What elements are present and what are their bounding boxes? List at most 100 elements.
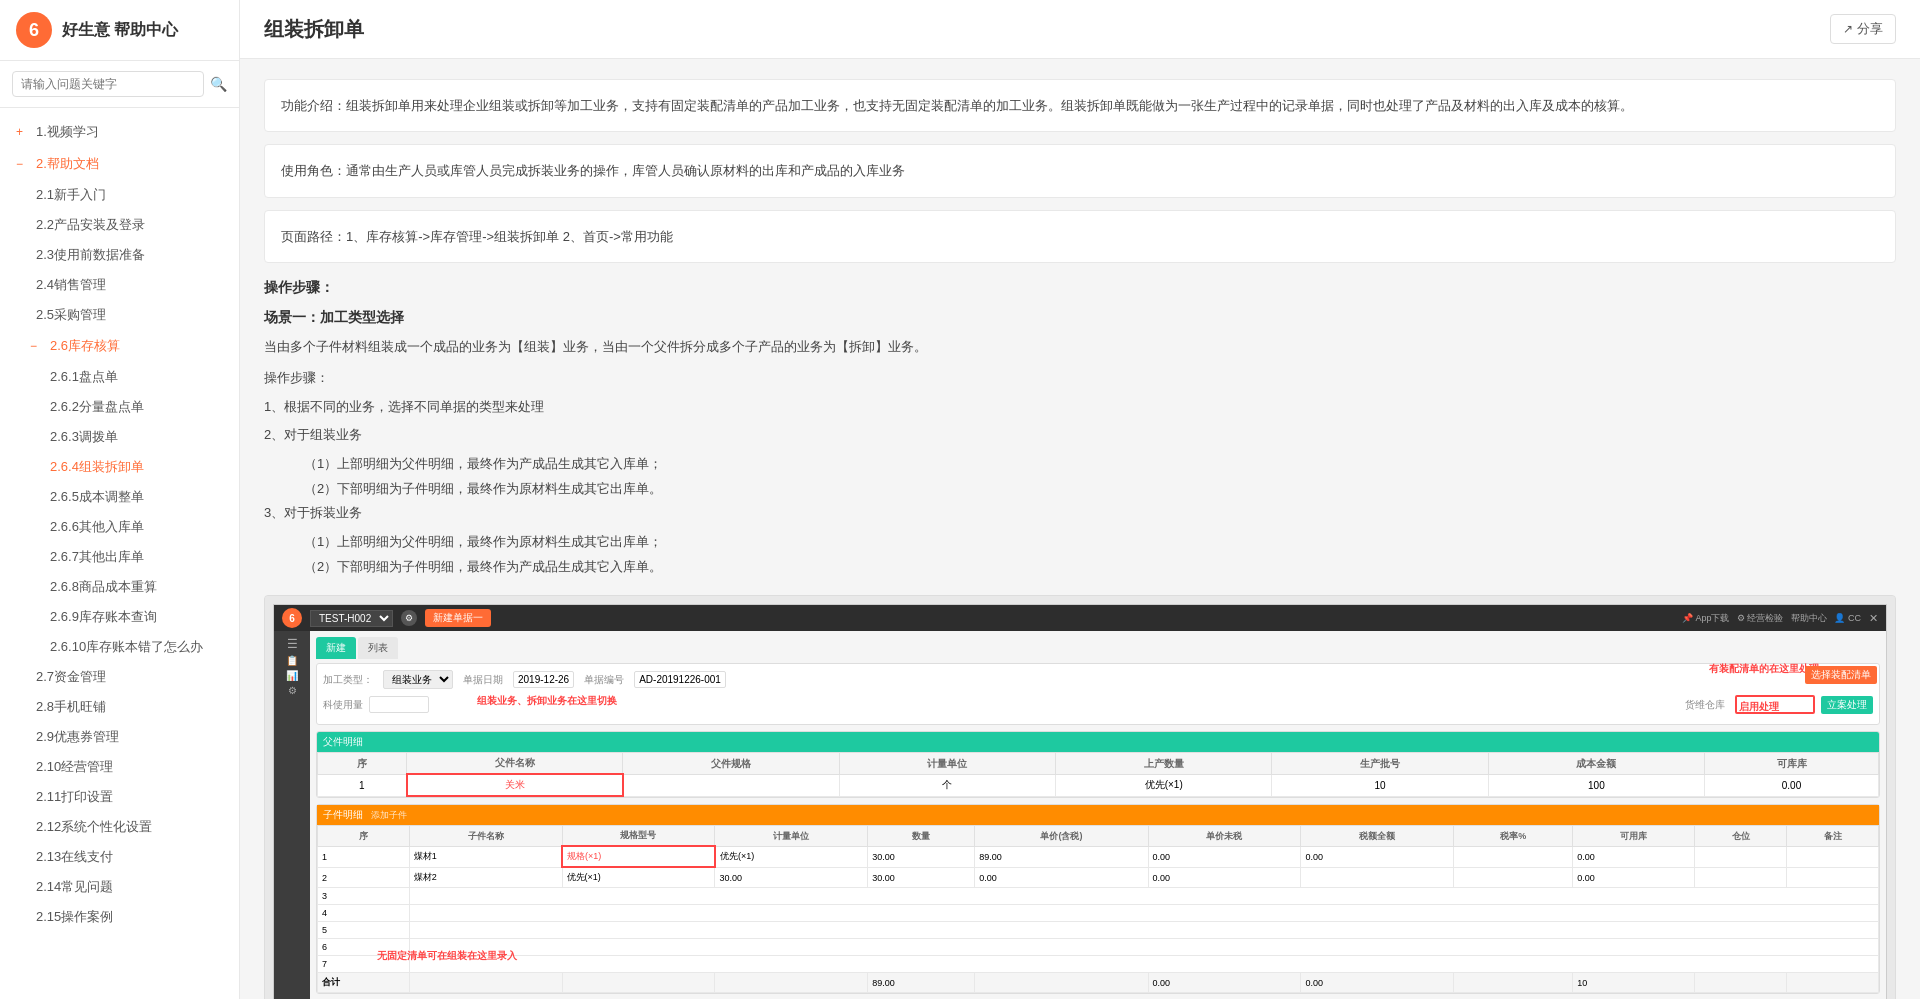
lower-table-title: 子件明细 — [323, 808, 363, 822]
sidebar-item-263[interactable]: 2.6.3调拨单 — [0, 422, 239, 452]
sidebar-item-268[interactable]: 2.6.8商品成本重算 — [0, 572, 239, 602]
sidebar-item-28[interactable]: 2.8手机旺铺 — [0, 692, 239, 722]
lrow1-tax: 0.00 — [1301, 846, 1454, 867]
sidebar-item-27[interactable]: 2.7资金管理 — [0, 662, 239, 692]
lrow6-empty — [409, 939, 1878, 956]
th-avail: 可库库 — [1705, 753, 1879, 775]
expand-icon: + — [16, 125, 30, 139]
th-batch: 生产批号 — [1272, 753, 1488, 775]
lrow2-unit: 30.00 — [715, 867, 868, 888]
table-row-total: 合计 89.00 0.00 0.00 — [318, 973, 1879, 993]
lower-table-section: 子件明细 添加子件 序 子件名称 规格型号 — [316, 804, 1880, 994]
lrow5-seq: 5 — [318, 922, 410, 939]
search-button[interactable]: 🔍 — [210, 76, 227, 92]
sidebar-item-24[interactable]: 2.4销售管理 — [0, 270, 239, 300]
app-top-icons: 📌 App下载 ⚙ 经营检验 帮助中心 👤 CC — [1682, 612, 1861, 625]
intro-text: 功能介绍：组装拆卸单用来处理企业组装或拆卸等加工业务，支持有固定装配清单的产品加… — [281, 98, 1633, 113]
total-empty4 — [975, 973, 1148, 993]
sidebar-item-266[interactable]: 2.6.6其他入库单 — [0, 512, 239, 542]
brand-logo: 6 — [16, 12, 52, 48]
lrow1-p1: 89.00 — [975, 846, 1148, 867]
sidebar-item-29[interactable]: 2.9优惠券管理 — [0, 722, 239, 752]
lrow1-spec: 规格(×1) — [562, 846, 715, 867]
sidebar-item-213[interactable]: 2.13在线支付 — [0, 842, 239, 872]
type-select[interactable]: 组装业务 拆卸业务 — [383, 670, 453, 689]
lrow1-name: 煤材1 — [409, 846, 562, 867]
sidebar-item-25[interactable]: 2.5采购管理 — [0, 300, 239, 330]
total-empty7 — [1787, 973, 1879, 993]
search-box: 🔍 — [0, 61, 239, 108]
sidebar-item-265[interactable]: 2.6.5成本调整单 — [0, 482, 239, 512]
no-value: AD-20191226-001 — [634, 671, 726, 688]
sidebar-item-214[interactable]: 2.14常见问题 — [0, 872, 239, 902]
main-header: 组装拆卸单 ↗ 分享 — [240, 0, 1920, 59]
main-content: 功能介绍：组装拆卸单用来处理企业组装或拆卸等加工业务，支持有固定装配清单的产品加… — [240, 59, 1920, 999]
table-row: 1 煤材1 规格(×1) 优先(×1) 30.00 89.00 0.00 0.0… — [318, 846, 1879, 867]
sidebar-item-210[interactable]: 2.10经营管理 — [0, 752, 239, 782]
scenario1-title: 场景一：加工类型选择 — [264, 309, 1896, 327]
tab-create[interactable]: 新建 — [316, 637, 356, 659]
sidebar-item-26[interactable]: − 2.6库存核算 — [0, 330, 239, 362]
sidebar-item-264[interactable]: 2.6.4组装拆卸单 — [0, 452, 239, 482]
sidebar-item-269[interactable]: 2.6.9库存账本查询 — [0, 602, 239, 632]
company-select[interactable]: TEST-H002 — [310, 610, 393, 627]
table-row: 6 — [318, 939, 1879, 956]
lrow4-seq: 4 — [318, 905, 410, 922]
sidebar-item-267[interactable]: 2.6.7其他出库单 — [0, 542, 239, 572]
lrow2-p2: 0.00 — [1148, 867, 1301, 888]
lrow7-empty — [409, 956, 1878, 973]
search-input[interactable] — [12, 71, 204, 97]
intro-section: 功能介绍：组装拆卸单用来处理企业组装或拆卸等加工业务，支持有固定装配清单的产品加… — [264, 79, 1896, 132]
total-empty3 — [715, 973, 868, 993]
lth-note: 备注 — [1787, 826, 1879, 847]
nav-list: + 1.视频学习 − 2.帮助文档 2.1新手入门 2.2产品安装及登录 2.3… — [0, 108, 239, 999]
step2-2: （2）下部明细为子件明细，最终作为原材料生成其它出库单。 — [264, 477, 1896, 502]
brand-name: 好生意 帮助中心 — [62, 20, 178, 41]
sidebar-item-215[interactable]: 2.15操作案例 — [0, 902, 239, 932]
ops-steps-title: 操作步骤： — [264, 366, 1896, 391]
upper-table: 序 父件名称 父件规格 计量单位 上产数量 生产批号 成本金额 可库库 — [317, 752, 1879, 797]
lrow1-avail: 0.00 — [1573, 846, 1695, 867]
choose-bom-btn[interactable]: 选择装配清单 — [1805, 666, 1877, 684]
lower-table: 序 子件名称 规格型号 计量单位 数量 单价(含税) 单价未税 税额全额 — [317, 825, 1879, 993]
sidebar-item-212[interactable]: 2.12系统个性化设置 — [0, 812, 239, 842]
lth-unit: 计量单位 — [715, 826, 868, 847]
dept-input[interactable] — [369, 696, 429, 713]
app-logo: 6 — [282, 608, 302, 628]
lrow2-name: 煤材2 — [409, 867, 562, 888]
form-row-2: 科使用量 组装业务、拆卸业务在这里切换 货维仓库 立案处理 — [323, 695, 1873, 714]
lrow1-unit: 优先(×1) — [715, 846, 868, 867]
sidebar-item-23[interactable]: 2.3使用前数据准备 — [0, 240, 239, 270]
lrow2-avail: 0.00 — [1573, 867, 1695, 888]
new-doc-btn[interactable]: 新建单据一 — [425, 609, 491, 627]
cell-unit: 个 — [839, 774, 1055, 796]
close-btn[interactable]: ✕ — [1869, 612, 1878, 625]
lrow1-p2: 0.00 — [1148, 846, 1301, 867]
sidebar-item-21[interactable]: 2.1新手入门 — [0, 180, 239, 210]
collapse-icon: − — [16, 157, 30, 171]
sidebar-item-docs[interactable]: − 2.帮助文档 — [0, 148, 239, 180]
main-area: 组装拆卸单 ↗ 分享 功能介绍：组装拆卸单用来处理企业组装或拆卸等加工业务，支持… — [240, 0, 1920, 999]
lower-table-header: 子件明细 添加子件 — [317, 805, 1879, 825]
sidebar-item-262[interactable]: 2.6.2分量盘点单 — [0, 392, 239, 422]
sidebar-item-211[interactable]: 2.11打印设置 — [0, 782, 239, 812]
confirm-btn[interactable]: 立案处理 — [1821, 696, 1873, 714]
sidebar-item-videos[interactable]: + 1.视频学习 — [0, 116, 239, 148]
app-sidebar-mini: ☰ 📋 📊 ⚙ — [274, 631, 310, 999]
sidebar-item-2610[interactable]: 2.6.10库存账本错了怎么办 — [0, 632, 239, 662]
step3-1: （1）上部明细为父件明细，最终作为原材料生成其它出库单； — [264, 530, 1896, 555]
total-val2: 0.00 — [1148, 973, 1301, 993]
lth-seq: 序 — [318, 826, 410, 847]
dept-label: 科使用量 — [323, 698, 363, 712]
tab-list[interactable]: 列表 — [358, 637, 398, 659]
lrow2-pos — [1695, 867, 1787, 888]
sidebar-item-261[interactable]: 2.6.1盘点单 — [0, 362, 239, 392]
lrow2-qty: 30.00 — [868, 867, 975, 888]
ops-title: 操作步骤： — [264, 279, 1896, 297]
th-cost: 成本金额 — [1488, 753, 1704, 775]
sidebar-item-22[interactable]: 2.2产品安装及登录 — [0, 210, 239, 240]
share-button[interactable]: ↗ 分享 — [1830, 14, 1896, 44]
lth-pos: 仓位 — [1695, 826, 1787, 847]
step3: 3、对于拆装业务 — [264, 501, 1896, 526]
ops-section: 操作步骤： 场景一：加工类型选择 当由多个子件材料组装成一个成品的业务为【组装】… — [264, 279, 1896, 579]
